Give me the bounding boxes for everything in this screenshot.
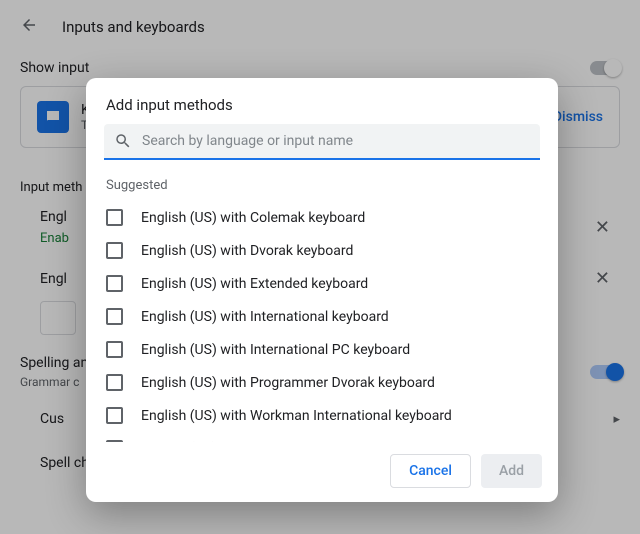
checkbox[interactable] bbox=[106, 407, 123, 424]
checkbox[interactable] bbox=[106, 341, 123, 358]
option-label: English (US) with Colemak keyboard bbox=[141, 210, 365, 226]
add-button[interactable]: Add bbox=[481, 454, 542, 488]
add-input-methods-dialog: Add input methods Suggested English (US)… bbox=[86, 78, 558, 502]
checkbox[interactable] bbox=[106, 209, 123, 226]
checkbox[interactable] bbox=[106, 374, 123, 391]
option-label: English (US) with International keyboard bbox=[141, 309, 389, 325]
option-label: English (US) with Workman International … bbox=[141, 408, 452, 424]
input-method-option[interactable]: English (US) with Workman International … bbox=[86, 399, 558, 432]
cancel-button[interactable]: Cancel bbox=[390, 454, 471, 488]
input-method-option[interactable]: English (US) with Extended keyboard bbox=[86, 267, 558, 300]
dialog-title: Add input methods bbox=[86, 78, 558, 124]
search-field[interactable] bbox=[104, 124, 540, 160]
checkbox[interactable] bbox=[106, 275, 123, 292]
checkbox[interactable] bbox=[106, 242, 123, 259]
input-method-option[interactable]: English (US) with Programmer Dvorak keyb… bbox=[86, 366, 558, 399]
suggested-label: Suggested bbox=[86, 164, 558, 201]
input-method-option[interactable]: English (US) with International keyboard bbox=[86, 300, 558, 333]
input-method-option[interactable]: English (US) with Colemak keyboard bbox=[86, 201, 558, 234]
checkbox[interactable] bbox=[106, 308, 123, 325]
input-method-list: English (US) with Colemak keyboard Engli… bbox=[86, 201, 558, 442]
option-label: English (US) with International PC keybo… bbox=[141, 342, 410, 358]
option-label: English (US) with Programmer Dvorak keyb… bbox=[141, 375, 435, 391]
input-method-option[interactable]: English (US) with Workman keyboard bbox=[86, 432, 558, 442]
search-input[interactable] bbox=[142, 133, 530, 149]
search-icon bbox=[114, 132, 132, 150]
option-label: English (US) with Extended keyboard bbox=[141, 276, 368, 292]
option-label: English (US) with Dvorak keyboard bbox=[141, 243, 353, 259]
input-method-option[interactable]: English (US) with International PC keybo… bbox=[86, 333, 558, 366]
input-method-option[interactable]: English (US) with Dvorak keyboard bbox=[86, 234, 558, 267]
